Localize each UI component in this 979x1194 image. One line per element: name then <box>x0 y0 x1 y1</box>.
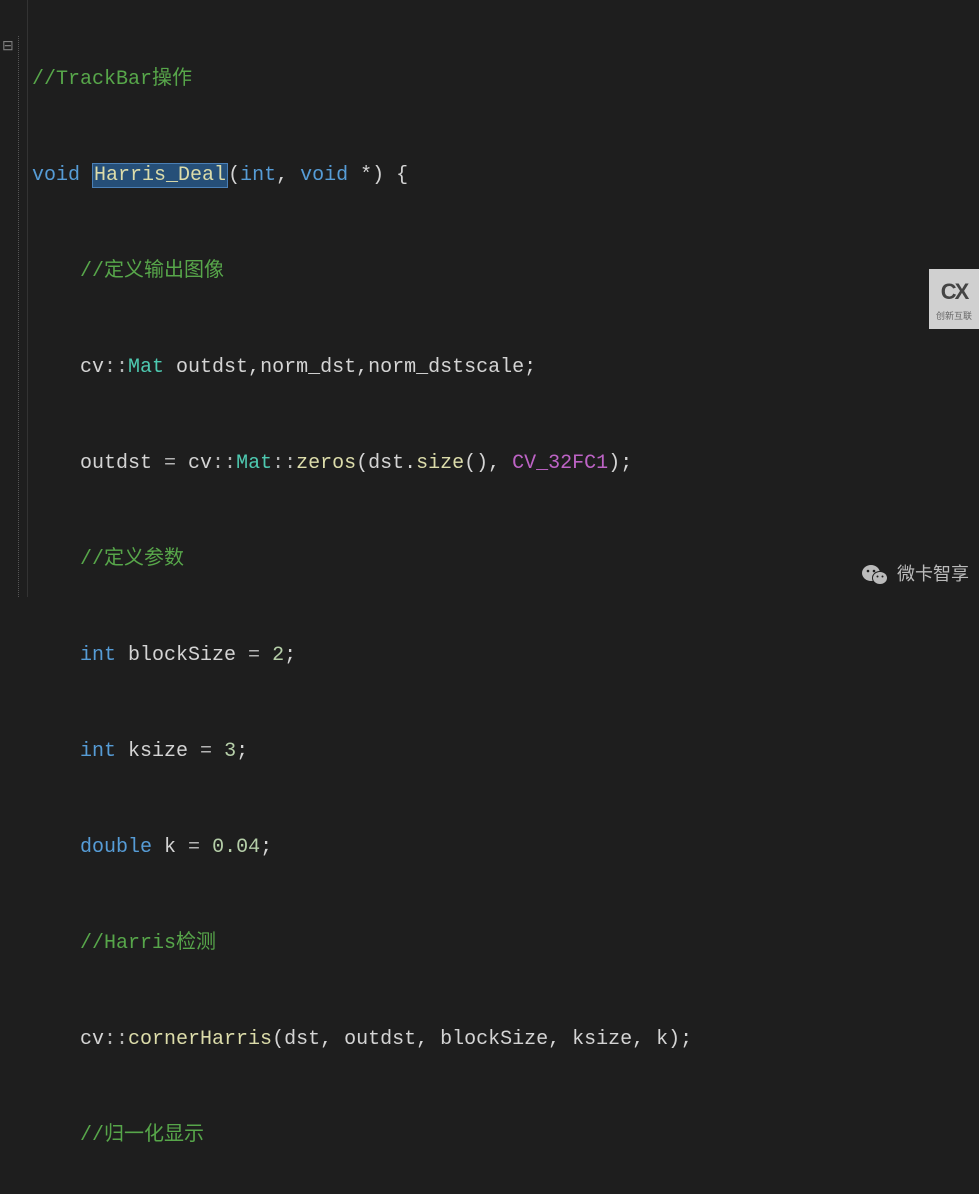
code-area[interactable]: //TrackBar操作 void Harris_Deal(int, void … <box>28 0 979 597</box>
keyword-void: void <box>300 164 348 187</box>
variable-decl: outdst,norm_dst,norm_dstscale; <box>164 356 536 379</box>
keyword-int: int <box>80 740 116 763</box>
comment-text: //Harris检测 <box>80 932 216 955</box>
variable: blockSize <box>116 644 248 667</box>
variable: outdst <box>80 452 164 475</box>
code-line: //Harris检测 <box>32 928 979 960</box>
type-mat: Mat <box>236 452 272 475</box>
code-line: int blockSize = 2; <box>32 640 979 672</box>
type-mat: Mat <box>128 356 164 379</box>
comment-text: //定义参数 <box>80 548 184 571</box>
cx-logo-big: CX <box>941 274 968 309</box>
cx-logo: CX 创新互联 <box>929 269 979 329</box>
assign-op: = <box>164 452 176 475</box>
gutter: ⊟ <box>0 0 28 597</box>
number-literal: 2 <box>272 644 284 667</box>
code-line: int ksize = 3; <box>32 736 979 768</box>
code-line: double k = 0.04; <box>32 832 979 864</box>
comment-text: //归一化显示 <box>80 1124 204 1147</box>
watermark: 微卡智享 <box>861 560 969 589</box>
scope-op: :: <box>104 356 128 379</box>
comment-text: //定义输出图像 <box>80 260 224 283</box>
namespace: cv <box>80 1028 104 1051</box>
scope-op: :: <box>272 452 296 475</box>
comma: , <box>276 164 288 187</box>
code-line: //定义参数 <box>32 544 979 576</box>
code-line: outdst = cv::Mat::zeros(dst.size(), CV_3… <box>32 448 979 480</box>
func-cornerharris: cornerHarris <box>128 1028 272 1051</box>
paren-open: ( <box>356 452 368 475</box>
comment-text: //TrackBar操作 <box>32 68 192 91</box>
assign-op: = <box>200 740 212 763</box>
args: (dst, outdst, blockSize, ksize, k); <box>272 1028 692 1051</box>
code-line: //TrackBar操作 <box>32 64 979 96</box>
scope-op: :: <box>212 452 236 475</box>
semicolon: ; <box>284 644 296 667</box>
scope-op: :: <box>104 1028 128 1051</box>
semicolon: ; <box>260 836 272 859</box>
paren-close: ) <box>372 164 384 187</box>
brace-open: { <box>384 164 408 187</box>
number-literal: 0.04 <box>212 836 260 859</box>
keyword-double: double <box>80 836 152 859</box>
keyword-void: void <box>32 164 80 187</box>
semicolon: ; <box>236 740 248 763</box>
cx-logo-small: 创新互联 <box>936 309 972 323</box>
space <box>212 740 224 763</box>
func-size: size <box>416 452 464 475</box>
fold-collapse-icon[interactable]: ⊟ <box>2 36 14 58</box>
watermark-text: 微卡智享 <box>897 560 969 589</box>
func-zeros: zeros <box>296 452 356 475</box>
variable: dst. <box>368 452 416 475</box>
code-line: void Harris_Deal(int, void *) { <box>32 160 979 192</box>
assign-op: = <box>248 644 260 667</box>
variable: k <box>152 836 188 859</box>
args: (), <box>464 452 512 475</box>
macro-cv32fc1: CV_32FC1 <box>512 452 608 475</box>
space <box>260 644 272 667</box>
pointer-star: * <box>348 164 372 187</box>
space <box>200 836 212 859</box>
fold-guide-line <box>18 36 19 597</box>
number-literal: 3 <box>224 740 236 763</box>
variable: ksize <box>116 740 200 763</box>
code-line: cv::cornerHarris(dst, outdst, blockSize,… <box>32 1024 979 1056</box>
wechat-icon <box>861 563 889 587</box>
code-line: //归一化显示 <box>32 1120 979 1152</box>
assign-op: = <box>188 836 200 859</box>
paren-close: ); <box>608 452 632 475</box>
keyword-int: int <box>240 164 276 187</box>
paren-open: ( <box>228 164 240 187</box>
keyword-int: int <box>80 644 116 667</box>
function-name-selected[interactable]: Harris_Deal <box>92 163 228 188</box>
namespace: cv <box>176 452 212 475</box>
code-line: //定义输出图像 <box>32 256 979 288</box>
code-line: cv::Mat outdst,norm_dst,norm_dstscale; <box>32 352 979 384</box>
code-editor[interactable]: ⊟ //TrackBar操作 void Harris_Deal(int, voi… <box>0 0 979 597</box>
namespace: cv <box>80 356 104 379</box>
